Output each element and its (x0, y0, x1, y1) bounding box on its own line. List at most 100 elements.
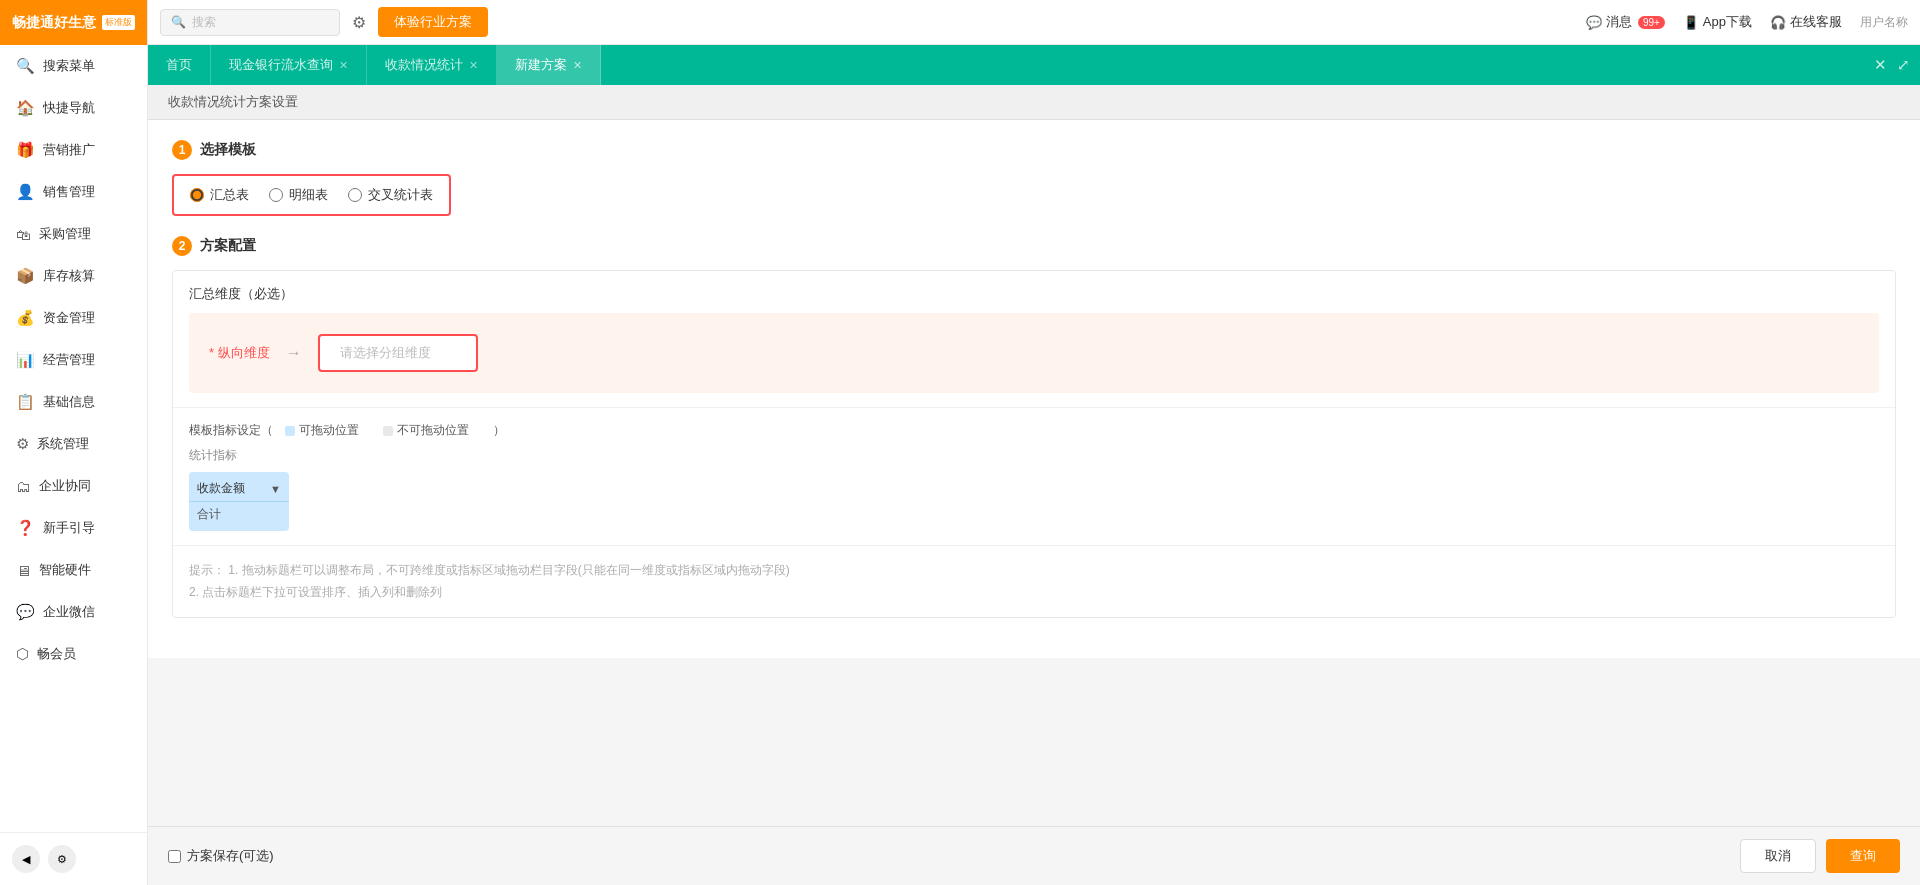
sidebar-item-inventory[interactable]: 📦 库存核算 (0, 255, 147, 297)
sidebar-item-sales[interactable]: 👤 销售管理 (0, 171, 147, 213)
config-panel: 汇总维度（必选） * 纵向维度 → 请选择分组维度 模板指标设定（ (172, 270, 1896, 618)
download-btn[interactable]: 📱 App下载 (1683, 13, 1752, 31)
tab-cashflow[interactable]: 现金银行流水查询 ✕ (211, 45, 367, 85)
sidebar-label-sales: 销售管理 (43, 183, 95, 201)
sidebar-item-quick-nav[interactable]: 🏠 快捷导航 (0, 87, 147, 129)
tab-cashflow-close[interactable]: ✕ (339, 59, 348, 72)
sidebar-label-finance: 资金管理 (43, 309, 95, 327)
service-btn[interactable]: 🎧 在线客服 (1770, 13, 1842, 31)
section-config: 2 方案配置 汇总维度（必选） * 纵向维度 → 请选择分组维度 (172, 236, 1896, 618)
sidebar-item-operation[interactable]: 📊 经营管理 (0, 339, 147, 381)
query-button[interactable]: 查询 (1826, 839, 1900, 873)
sidebar-item-wechat[interactable]: 💬 企业微信 (0, 591, 147, 633)
sidebar-label-corp: 企业协同 (39, 477, 91, 495)
sidebar-label-hardware: 智能硬件 (39, 561, 91, 579)
bag-icon: 🛍 (16, 226, 31, 243)
sidebar-collapse-btn[interactable]: ◀ (12, 845, 40, 873)
tab-receipt-stat-close[interactable]: ✕ (469, 59, 478, 72)
tab-receipt-stat-label: 收款情况统计 (385, 56, 463, 74)
metric-box-header[interactable]: 收款金额 ▼ (189, 476, 289, 502)
message-btn[interactable]: 💬 消息 99+ (1586, 13, 1665, 31)
tab-new-plan-close[interactable]: ✕ (573, 59, 582, 72)
section1-num: 1 (172, 140, 192, 160)
logo-text: 畅捷通好生意 (12, 14, 96, 32)
tab-home[interactable]: 首页 (148, 45, 211, 85)
movable-label: 可拖动位置 (285, 422, 359, 439)
section-template: 1 选择模板 汇总表 明细表 交叉统计表 (172, 140, 1896, 216)
topbar-search-box[interactable]: 🔍 搜索 (160, 9, 340, 36)
sidebar-label-operation: 经营管理 (43, 351, 95, 369)
tab-cashflow-label: 现金银行流水查询 (229, 56, 333, 74)
home-icon: 🏠 (16, 99, 35, 117)
metric-indicator-label: 统计指标 (189, 447, 1879, 464)
sidebar-label-marketing: 营销推广 (43, 141, 95, 159)
tab-receipt-stat[interactable]: 收款情况统计 ✕ (367, 45, 497, 85)
sidebar-label-quick-nav: 快捷导航 (43, 99, 95, 117)
sidebar-item-corp[interactable]: 🗂 企业协同 (0, 465, 147, 507)
tips-text-2: 2. 点击标题栏下拉可设置排序、插入列和删除列 (189, 582, 1879, 604)
sidebar-logo: 畅捷通好生意 标准版 (0, 0, 147, 45)
sidebar-item-basic[interactable]: 📋 基础信息 (0, 381, 147, 423)
section2-label: 方案配置 (200, 237, 256, 255)
page-body: 1 选择模板 汇总表 明细表 交叉统计表 (148, 120, 1920, 658)
dimension-placeholder-btn[interactable]: 请选择分组维度 (318, 334, 478, 372)
tab-new-plan-label: 新建方案 (515, 56, 567, 74)
sidebar-item-system[interactable]: ⚙ 系统管理 (0, 423, 147, 465)
tab-expand-icon[interactable]: ⤢ (1897, 56, 1910, 74)
section1-label: 选择模板 (200, 141, 256, 159)
radio-cross-input[interactable] (348, 188, 362, 202)
sidebar-item-guide[interactable]: ❓ 新手引导 (0, 507, 147, 549)
sidebar-label-inventory: 库存核算 (43, 267, 95, 285)
movable-dot-icon (285, 426, 295, 436)
download-label: App下载 (1703, 13, 1752, 31)
message-label: 消息 (1606, 13, 1632, 31)
tips-text-1: 提示： 1. 拖动标题栏可以调整布局，不可跨维度或指标区域拖动栏目字段(只能在同… (189, 560, 1879, 582)
unmovable-label: 不可拖动位置 (383, 422, 469, 439)
radio-detail-label: 明细表 (289, 186, 328, 204)
sidebar-item-member[interactable]: ⬡ 畅会员 (0, 633, 147, 675)
sidebar-settings-btn[interactable]: ⚙ (48, 845, 76, 873)
box-icon: 📦 (16, 267, 35, 285)
radio-detail-input[interactable] (269, 188, 283, 202)
sidebar-bottom: ◀ ⚙ (0, 832, 147, 885)
save-checkbox[interactable] (168, 850, 181, 863)
section2-num: 2 (172, 236, 192, 256)
page-header: 收款情况统计方案设置 (148, 85, 1920, 120)
sidebar-label-guide: 新手引导 (43, 519, 95, 537)
list-icon: 📋 (16, 393, 35, 411)
metric-legend-prefix: 模板指标设定（ (189, 422, 273, 439)
save-checkbox-label[interactable]: 方案保存(可选) (168, 847, 274, 865)
tabs-bar: 首页 现金银行流水查询 ✕ 收款情况统计 ✕ 新建方案 ✕ ✕ ⤢ (148, 45, 1920, 85)
radio-cross[interactable]: 交叉统计表 (348, 186, 433, 204)
metric-box-dropdown-icon[interactable]: ▼ (270, 483, 281, 495)
radio-summary-input[interactable] (190, 188, 204, 202)
topbar-right: 💬 消息 99+ 📱 App下载 🎧 在线客服 用户名称 (1586, 13, 1908, 31)
tab-home-label: 首页 (166, 56, 192, 74)
dimension-subsection: 汇总维度（必选） * 纵向维度 → 请选择分组维度 (173, 271, 1895, 408)
radio-summary[interactable]: 汇总表 (190, 186, 249, 204)
sidebar-label-search-menu: 搜索菜单 (43, 57, 95, 75)
user-icon: 👤 (16, 183, 35, 201)
radio-detail[interactable]: 明细表 (269, 186, 328, 204)
tabs-right-controls: ✕ ⤢ (1864, 45, 1920, 85)
tab-new-plan[interactable]: 新建方案 ✕ (497, 45, 601, 85)
save-checkbox-text: 方案保存(可选) (187, 847, 274, 865)
sidebar-item-marketing[interactable]: 🎁 营销推广 (0, 129, 147, 171)
template-options-box: 汇总表 明细表 交叉统计表 (172, 174, 451, 216)
tab-close-all-icon[interactable]: ✕ (1874, 56, 1887, 74)
gift-icon: 🎁 (16, 141, 35, 159)
dimension-label: * 纵向维度 (209, 344, 270, 362)
industry-btn[interactable]: 体验行业方案 (378, 7, 488, 37)
page-header-title: 收款情况统计方案设置 (168, 94, 298, 109)
dimension-arrow-icon: → (286, 344, 302, 362)
footer: 方案保存(可选) 取消 查询 (148, 826, 1920, 885)
cancel-button[interactable]: 取消 (1740, 839, 1816, 873)
dimension-subsection-title: 汇总维度（必选） (189, 285, 1879, 303)
settings-icon[interactable]: ⚙ (352, 13, 366, 32)
sidebar-item-hardware[interactable]: 🖥 智能硬件 (0, 549, 147, 591)
unmovable-dot-icon (383, 426, 393, 436)
sidebar-item-purchase[interactable]: 🛍 采购管理 (0, 213, 147, 255)
footer-buttons: 取消 查询 (1740, 839, 1900, 873)
sidebar-item-finance[interactable]: 💰 资金管理 (0, 297, 147, 339)
sidebar-item-search-menu[interactable]: 🔍 搜索菜单 (0, 45, 147, 87)
